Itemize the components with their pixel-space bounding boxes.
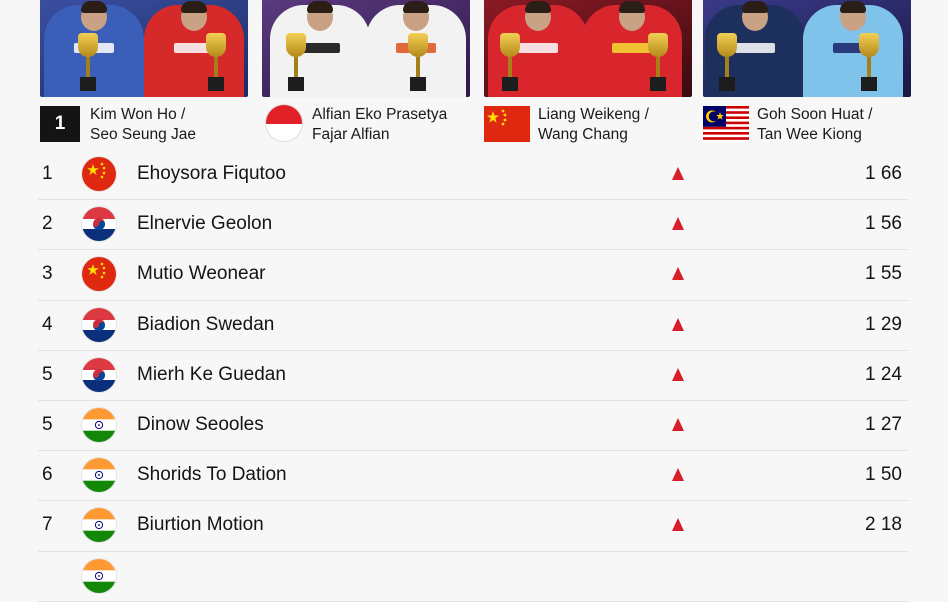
trend-up-icon <box>672 518 684 532</box>
player-figure <box>803 1 903 97</box>
rankings-table: 1 Ehoysora Fiqutoo 1 66 2 Elnervie Geolon 1 5… <box>38 150 908 602</box>
malaysia-flag-icon <box>703 106 749 142</box>
card-caption: Alfian Eko Prasetya Fajar Alfian <box>262 104 482 144</box>
trophy-icon <box>859 33 879 93</box>
india-flag-icon <box>82 558 116 593</box>
table-row[interactable]: 5 Dinow Seooles 1 27 <box>38 401 908 452</box>
card-caption: Goh Soon Huat / Tan Wee Kiong <box>703 104 923 144</box>
top-card[interactable]: 1 Kim Won Ho / Seo Seung Jae <box>40 0 248 143</box>
trend-up-icon <box>672 468 684 482</box>
india-flag-icon <box>82 458 116 493</box>
points-value: 1 27 <box>865 413 902 435</box>
trophy-icon <box>648 33 668 93</box>
points-value: 1 66 <box>865 163 902 184</box>
china-flag-icon <box>82 257 116 292</box>
trend-up-icon <box>672 217 684 231</box>
table-row[interactable]: 6 Shorids To Dation 1 50 <box>38 451 908 502</box>
team-photo <box>703 0 911 97</box>
points-value: 1 24 <box>865 363 902 385</box>
top-card[interactable]: Alfian Eko Prasetya Fajar Alfian <box>262 0 470 143</box>
indonesia-flag-icon <box>265 104 303 142</box>
pair-names: Kim Won Ho / Seo Seung Jae <box>90 106 197 143</box>
rank-number: 1 <box>42 163 53 184</box>
trophy-icon <box>408 33 428 93</box>
rank-number: 7 <box>42 514 53 536</box>
rank-number: 5 <box>42 363 53 385</box>
trend-up-icon <box>672 267 684 281</box>
top-card[interactable]: Goh Soon Huat / Tan Wee Kiong <box>703 0 911 143</box>
points-value: 1 55 <box>865 263 902 285</box>
table-row[interactable]: 3 Mutio Weonear 1 55 <box>38 250 908 301</box>
pair-name: Mierh Ke Guedan <box>137 363 286 385</box>
pair-name: Mutio Weonear <box>137 263 266 285</box>
team-photo <box>262 0 470 97</box>
team-photo <box>40 0 248 97</box>
korea-flag-icon <box>82 207 116 242</box>
rank-number: 2 <box>42 213 53 235</box>
pair-names: Alfian Eko Prasetya Fajar Alfian <box>312 106 448 143</box>
rank-badge: 1 <box>40 106 80 142</box>
rank-number: 5 <box>42 413 53 435</box>
china-flag-icon <box>484 106 530 142</box>
card-caption: 1 Kim Won Ho / Seo Seung Jae <box>40 104 260 144</box>
india-flag-icon <box>82 407 116 442</box>
trophy-icon <box>286 33 306 93</box>
points-value: 1 29 <box>865 313 902 335</box>
top-cards: 1 Kim Won Ho / Seo Seung Jae Alfian Eko … <box>0 0 948 148</box>
korea-flag-icon <box>82 307 116 342</box>
trophy-icon <box>717 33 737 93</box>
india-flag-icon <box>82 508 116 543</box>
points-value: 2 18 <box>865 514 902 536</box>
table-row[interactable]: 2 Elnervie Geolon 1 56 <box>38 200 908 251</box>
trend-up-icon <box>672 167 684 180</box>
trend-up-icon <box>672 417 684 431</box>
points-value: 1 56 <box>865 213 902 235</box>
table-row[interactable]: 1 Ehoysora Fiqutoo 1 66 <box>38 150 908 201</box>
trend-up-icon <box>672 367 684 381</box>
rank-number: 4 <box>42 313 53 335</box>
china-flag-icon <box>82 157 116 191</box>
points-value: 1 50 <box>865 464 902 486</box>
trophy-icon <box>206 33 226 93</box>
rank-number: 3 <box>42 263 53 285</box>
pair-name: Ehoysora Fiqutoo <box>137 163 286 184</box>
table-row[interactable]: 4 Biadion Swedan 1 29 <box>38 301 908 351</box>
table-row[interactable]: 5 Mierh Ke Guedan 1 24 <box>38 351 908 401</box>
trophy-icon <box>500 33 520 93</box>
pair-name: Dinow Seooles <box>137 413 264 435</box>
rank-number: 6 <box>42 464 53 486</box>
pair-name: Biurtion Motion <box>137 514 264 536</box>
pair-name: Biadion Swedan <box>137 313 275 335</box>
table-row[interactable] <box>38 552 908 602</box>
team-photo <box>484 0 692 97</box>
pair-name: Elnervie Geolon <box>137 213 273 235</box>
card-caption: Liang Weikeng / Wang Chang <box>484 104 704 144</box>
pair-names: Liang Weikeng / Wang Chang <box>538 106 649 143</box>
player-figure <box>270 1 370 97</box>
table-row[interactable]: 7 Biurtion Motion 2 18 <box>38 501 908 552</box>
korea-flag-icon <box>82 357 116 392</box>
trend-up-icon <box>672 317 684 331</box>
pair-name: Shorids To Dation <box>137 464 287 486</box>
player-figure <box>144 1 244 97</box>
trophy-icon <box>78 33 98 93</box>
pair-names: Goh Soon Huat / Tan Wee Kiong <box>757 106 873 143</box>
top-card[interactable]: Liang Weikeng / Wang Chang <box>484 0 692 143</box>
